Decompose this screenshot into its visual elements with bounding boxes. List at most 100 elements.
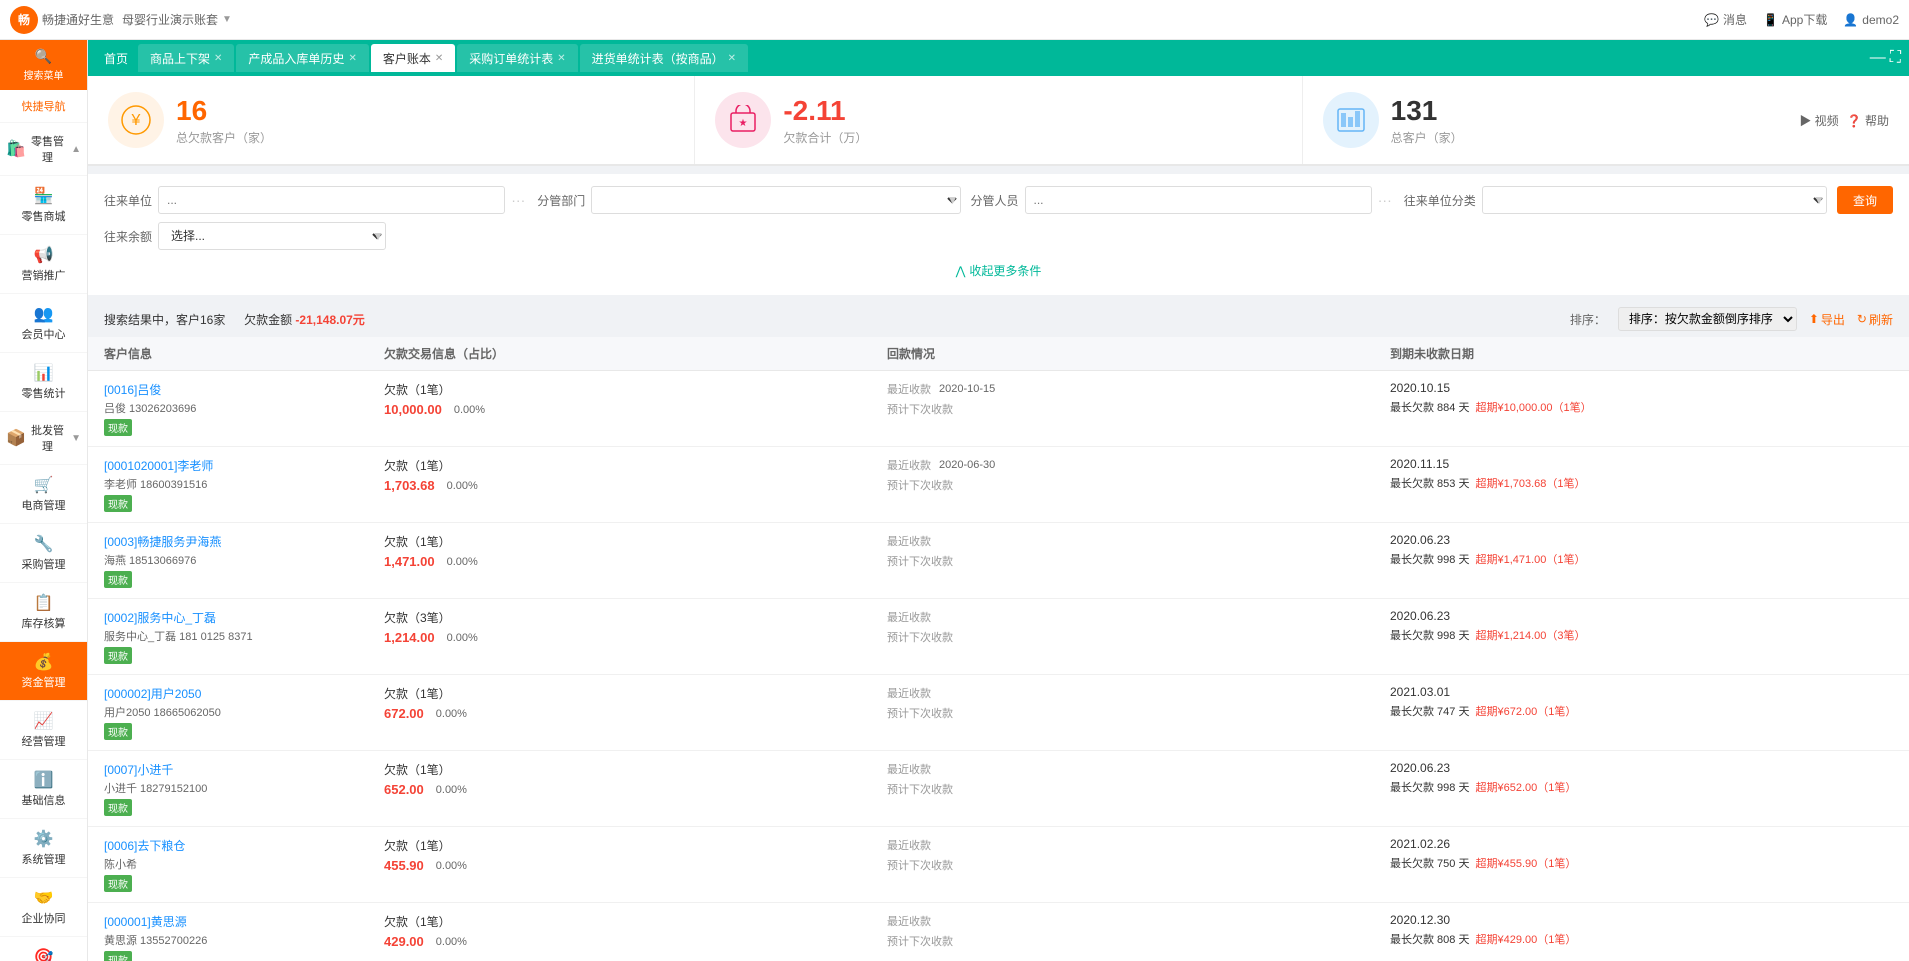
debt-amount[interactable]: 455.90 (384, 858, 424, 873)
last-pay-label: 最近收款 (887, 609, 931, 625)
recovery-cell: 最近收款 2020-10-15 预计下次收款 (887, 381, 1390, 417)
overdue-amount[interactable]: 超期¥1,214.00（3笔） (1475, 627, 1585, 643)
company-select[interactable]: 母婴行业演示账套 ▼ (122, 11, 232, 28)
user-menu[interactable]: 👤 demo2 (1843, 13, 1899, 27)
message-link[interactable]: 💬 消息 (1704, 11, 1747, 28)
tab-close-5[interactable]: ✕ (728, 53, 736, 64)
tab-close-2[interactable]: ✕ (348, 53, 356, 64)
customer-name[interactable]: [000001]黄思源 (104, 913, 384, 930)
sidebar-item-enterprise[interactable]: 🤝 企业协同 (0, 878, 87, 937)
customer-info-cell: [000001]黄思源 黄思源 13552700226 现款 (104, 913, 384, 961)
sidebar-item-ecommerce[interactable]: 🛒 电商管理 (0, 465, 87, 524)
debt-info-cell: 欠款（3笔） 1,214.00 0.00% (384, 609, 887, 645)
customer-info-cell: [0016]吕俊 吕俊 13026203696 现款 (104, 381, 384, 436)
tab-close-1[interactable]: ✕ (214, 53, 222, 64)
overdue-amount[interactable]: 超期¥1,471.00（1笔） (1475, 551, 1585, 567)
sidebar-item-guide[interactable]: 🎯 新手引导 (0, 937, 87, 961)
sidebar-item-inventory[interactable]: 📋 库存核算 (0, 583, 87, 642)
tab-item-3-active[interactable]: 客户账本 ✕ (371, 44, 455, 72)
table-body: [0016]吕俊 吕俊 13026203696 现款 欠款（1笔） 10,000… (88, 371, 1909, 961)
debt-amount[interactable]: 1,471.00 (384, 554, 435, 569)
overdue-amount[interactable]: 超期¥429.00（1笔） (1475, 931, 1576, 947)
debt-amount[interactable]: 652.00 (384, 782, 424, 797)
refresh-button[interactable]: ↻ 刷新 (1857, 311, 1893, 328)
filter-row-2: 往来余额 选择... ▼ (104, 222, 1893, 250)
balance-select[interactable]: 选择... (158, 222, 386, 250)
app-download-link[interactable]: 📱 App下载 (1763, 11, 1827, 28)
tab-maximize-icon[interactable]: ⛶ (1890, 49, 1901, 67)
page-content: ¥ 16 总欠款客户（家） ★ (88, 76, 1909, 961)
collapse-button[interactable]: ⋀ 收起更多条件 (956, 262, 1042, 279)
sidebar-item-retail-stats[interactable]: 📊 零售统计 (0, 353, 87, 412)
tab-minimize-icon[interactable]: — (1870, 49, 1886, 67)
sidebar-item-member[interactable]: 👥 会员中心 (0, 294, 87, 353)
svg-text:★: ★ (739, 118, 748, 129)
debt-amount[interactable]: 1,214.00 (384, 630, 435, 645)
customer-name[interactable]: [0003]畅捷服务尹海燕 (104, 533, 384, 550)
sort-select[interactable]: 排序：按欠款金额倒序排序 (1618, 307, 1797, 331)
manager-dots: ··· (1378, 192, 1392, 208)
help-link[interactable]: ❓ 帮助 (1847, 112, 1889, 129)
due-date-cell: 2021.03.01 最长欠款 747 天 超期¥672.00（1笔） (1390, 685, 1893, 719)
sidebar-item-marketing[interactable]: 📢 营销推广 (0, 235, 87, 294)
debt-count: 欠款（3笔） (384, 609, 887, 626)
debt-ratio: 0.00% (436, 936, 467, 948)
marketing-icon: 📢 (34, 245, 54, 265)
tab-home[interactable]: 首页 (96, 50, 136, 67)
sidebar-item-operations[interactable]: 📈 经营管理 (0, 701, 87, 760)
member-icon: 👥 (34, 304, 54, 324)
sidebar-item-system[interactable]: ⚙️ 系统管理 (0, 819, 87, 878)
overdue-amount[interactable]: 超期¥652.00（1笔） (1475, 779, 1576, 795)
debt-amount[interactable]: 1,703.68 (384, 478, 435, 493)
sidebar-item-purchase[interactable]: 🔧 采购管理 (0, 524, 87, 583)
tab-item-1[interactable]: 商品上下架 ✕ (138, 44, 234, 72)
dept-select[interactable] (591, 186, 960, 214)
debtors-label: 总欠款客户（家） (176, 129, 272, 146)
debt-amount[interactable]: 10,000.00 (384, 402, 442, 417)
overdue-amount[interactable]: 超期¥1,703.68（1笔） (1475, 475, 1585, 491)
tab-item-2[interactable]: 产成品入库单历史 ✕ (236, 44, 368, 72)
customer-name[interactable]: [0016]吕俊 (104, 381, 384, 398)
customer-name[interactable]: [0006]去下粮仓 (104, 837, 384, 854)
due-date: 2020.06.23 (1390, 761, 1893, 775)
tab-close-4[interactable]: ✕ (557, 53, 565, 64)
debt-info-cell: 欠款（1笔） 455.90 0.00% (384, 837, 887, 873)
sidebar-search[interactable]: 🔍 搜索菜单 (0, 40, 87, 90)
debt-total-number: -2.11 (783, 95, 867, 127)
retail-mall-icon: 🏪 (34, 186, 54, 206)
unit-category-select[interactable] (1482, 186, 1827, 214)
tab-item-5[interactable]: 进货单统计表（按商品） ✕ (580, 44, 748, 72)
sidebar-item-retail-mgmt[interactable]: 🛍️ 零售管理 ▲ (0, 123, 87, 176)
sidebar-item-basic-info[interactable]: ℹ️ 基础信息 (0, 760, 87, 819)
manager-input[interactable] (1025, 186, 1372, 214)
sidebar-item-wholesale-mgmt[interactable]: 📦 批发管理 ▼ (0, 412, 87, 465)
source-unit-label: 往来单位 (104, 192, 152, 209)
sidebar-item-finance[interactable]: 💰 资金管理 (0, 642, 87, 701)
table-row: [0001020001]李老师 李老师 18600391516 现款 欠款（1笔… (88, 447, 1909, 523)
customer-name[interactable]: [000002]用户2050 (104, 685, 384, 702)
debt-count: 欠款（1笔） (384, 685, 887, 702)
customer-name[interactable]: [0007]小进千 (104, 761, 384, 778)
balance-label: 往来余额 (104, 228, 152, 245)
filter-unit-category: 往来单位分类 ▼ (1404, 186, 1825, 214)
recovery-cell: 最近收款 预计下次收款 (887, 533, 1390, 569)
customer-name[interactable]: [0002]服务中心_丁磊 (104, 609, 384, 626)
source-unit-input[interactable] (158, 186, 505, 214)
tab-item-4[interactable]: 采购订单统计表 ✕ (457, 44, 577, 72)
retail-stats-icon: 📊 (34, 363, 54, 383)
overdue-amount[interactable]: 超期¥10,000.00（1笔） (1475, 399, 1591, 415)
filter-dept: 分管部门 ▼ (537, 186, 958, 214)
overdue-amount[interactable]: 超期¥455.90（1笔） (1475, 855, 1576, 871)
sidebar-item-retail-mall[interactable]: 🏪 零售商城 (0, 176, 87, 235)
tab-close-3[interactable]: ✕ (435, 53, 443, 64)
debt-info-cell: 欠款（1笔） 429.00 0.00% (384, 913, 887, 949)
export-button[interactable]: ⬆ 导出 (1809, 311, 1845, 328)
overdue-amount[interactable]: 超期¥672.00（1笔） (1475, 703, 1576, 719)
quick-nav[interactable]: 快捷导航 (0, 90, 87, 123)
debt-amount[interactable]: 672.00 (384, 706, 424, 721)
search-button[interactable]: 查询 (1837, 186, 1893, 214)
overdue-days: 最长欠款 750 天 (1390, 855, 1469, 871)
debt-amount[interactable]: 429.00 (384, 934, 424, 949)
customer-name[interactable]: [0001020001]李老师 (104, 457, 384, 474)
video-link[interactable]: ▶ 视频 (1799, 112, 1838, 129)
